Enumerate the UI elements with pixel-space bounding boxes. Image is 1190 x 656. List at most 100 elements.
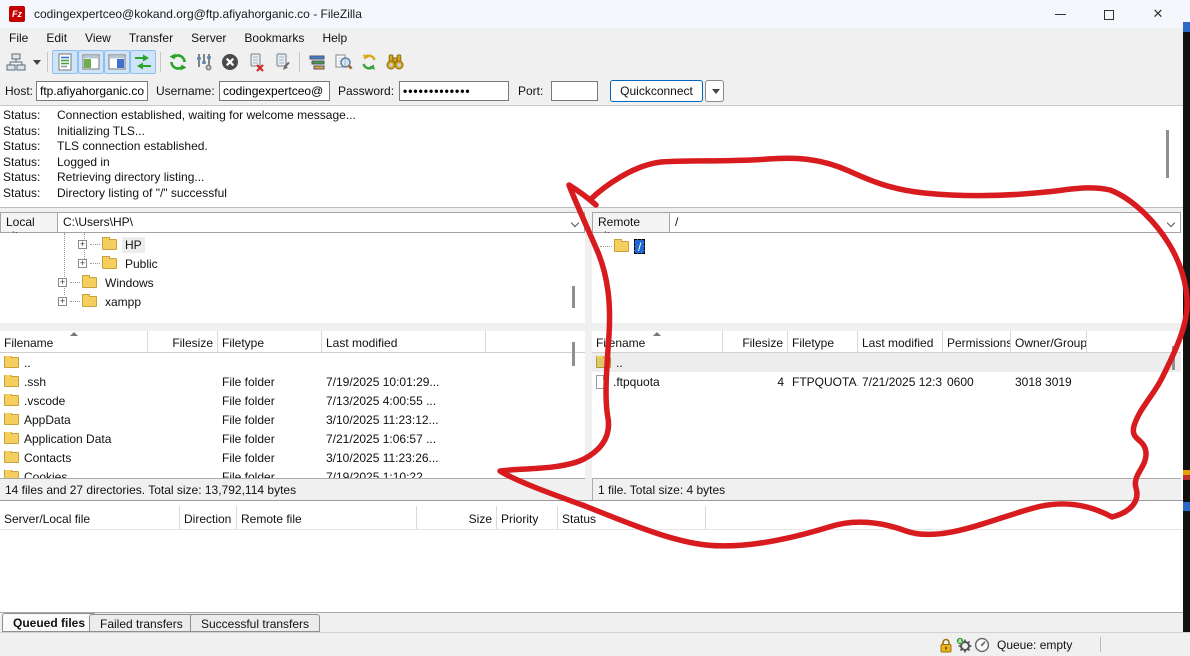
cancel-button[interactable] [217, 50, 243, 74]
filter-button[interactable] [304, 50, 330, 74]
synchronized-browsing-button[interactable] [356, 50, 382, 74]
horizontal-splitter[interactable] [0, 323, 1190, 331]
log-scrollbar[interactable] [1166, 130, 1169, 178]
folder-icon [4, 374, 19, 387]
tab-queued-files[interactable]: Queued files [2, 613, 97, 632]
remote-file-list: Filename Filesize Filetype Last modified… [592, 331, 1181, 478]
find-button[interactable] [382, 50, 408, 74]
chevron-down-icon [1166, 218, 1176, 228]
file-row[interactable]: .ssh File folder 7/19/2025 10:01:29... [0, 372, 585, 391]
menu-transfer[interactable]: Transfer [120, 28, 182, 48]
tree-item-windows[interactable]: + Windows [58, 274, 157, 291]
column-header-filetype[interactable]: Filetype [218, 331, 322, 352]
quickconnect-dropdown[interactable] [705, 80, 724, 102]
site-manager-dropdown[interactable] [29, 50, 43, 74]
toggle-queue-button[interactable] [130, 50, 156, 74]
close-button[interactable]: ✕ [1141, 0, 1175, 28]
toggle-local-tree-button[interactable] [78, 50, 104, 74]
file-row[interactable]: Application Data File folder 7/21/2025 1:… [0, 429, 585, 448]
queue-header-priority[interactable]: Priority [497, 506, 558, 529]
host-input[interactable] [36, 81, 148, 101]
window-title: codingexpertceo@kokand.org@ftp.afiyahorg… [34, 7, 362, 21]
file-icon [596, 374, 608, 389]
file-row[interactable]: .vscode File folder 7/13/2025 4:00:55 ... [0, 391, 585, 410]
toggle-remote-tree-button[interactable] [104, 50, 130, 74]
tree-item-label-selected[interactable]: / [634, 239, 646, 254]
minimize-button[interactable] [1043, 0, 1077, 28]
expand-icon[interactable]: + [78, 240, 87, 249]
column-header-filesize[interactable]: Filesize [723, 331, 788, 352]
queue-header-local-file[interactable]: Server/Local file [0, 506, 180, 529]
file-row[interactable]: AppData File folder 3/10/2025 11:23:12... [0, 410, 585, 429]
remote-path-combobox[interactable]: / [670, 212, 1181, 233]
file-row[interactable]: .. [592, 353, 1181, 372]
log-message: Connection established, waiting for welc… [57, 108, 356, 122]
file-row[interactable]: .. [0, 353, 585, 372]
site-manager-button[interactable] [3, 50, 29, 74]
queue-header-direction[interactable]: Direction [180, 506, 237, 529]
lock-icon[interactable] [938, 637, 954, 656]
process-queue-button[interactable] [191, 50, 217, 74]
tree-item-xampp[interactable]: + xampp [58, 293, 144, 310]
tab-failed-transfers[interactable]: Failed transfers [89, 614, 194, 632]
cancel-icon [220, 52, 240, 72]
list-scrollbar[interactable] [1172, 346, 1175, 370]
reconnect-button[interactable] [269, 50, 295, 74]
local-path-combobox[interactable]: C:\Users\HP\ [58, 212, 585, 233]
compare-button[interactable] [330, 50, 356, 74]
menu-bookmarks[interactable]: Bookmarks [235, 28, 313, 48]
password-input[interactable] [399, 81, 509, 101]
disconnect-button[interactable] [243, 50, 269, 74]
local-status-bar: 14 files and 27 directories. Total size:… [0, 478, 585, 500]
menu-help[interactable]: Help [313, 28, 356, 48]
log-message: TLS connection established. [57, 139, 208, 153]
column-header-filetype[interactable]: Filetype [788, 331, 858, 352]
column-header-owner[interactable]: Owner/Group [1011, 331, 1087, 352]
expand-icon[interactable]: + [58, 278, 67, 287]
list-scrollbar[interactable] [572, 342, 575, 366]
tree-item-label[interactable]: xampp [102, 294, 144, 310]
refresh-button[interactable] [165, 50, 191, 74]
expand-icon[interactable]: + [58, 297, 67, 306]
column-header-modified[interactable]: Last modified [322, 331, 486, 352]
tree-item-label[interactable]: Public [122, 256, 161, 272]
file-row[interactable]: .ftpquota 4FTPQUOTA...7/21/2025 12:3...0… [592, 372, 1181, 391]
menu-file[interactable]: File [0, 28, 37, 48]
vertical-splitter[interactable] [585, 212, 592, 500]
port-input[interactable] [551, 81, 598, 101]
queue-header-size[interactable]: Size [417, 506, 497, 529]
menu-server[interactable]: Server [182, 28, 235, 48]
toggle-log-button[interactable] [52, 50, 78, 74]
username-input[interactable] [219, 81, 330, 101]
folder-icon [4, 412, 19, 425]
svg-text:A: A [958, 639, 962, 645]
tree-item-label[interactable]: HP [122, 236, 145, 253]
tree-item-hp[interactable]: + HP [78, 236, 145, 253]
queue-header-status[interactable]: Status [558, 506, 706, 529]
queue-header-remote-file[interactable]: Remote file [237, 506, 417, 529]
expand-icon[interactable]: + [78, 259, 87, 268]
folder-icon [4, 469, 19, 478]
column-header-filesize[interactable]: Filesize [148, 331, 218, 352]
column-header-filename[interactable]: Filename [0, 331, 148, 352]
quickconnect-button[interactable]: Quickconnect [610, 80, 703, 102]
file-row[interactable]: Contacts File folder 3/10/2025 11:23:26..… [0, 448, 585, 467]
maximize-button[interactable] [1092, 0, 1126, 28]
settings-gear-icon[interactable]: A [956, 637, 972, 656]
tree-item-label[interactable]: Windows [102, 275, 157, 291]
local-path-value: C:\Users\HP\ [63, 215, 134, 229]
menu-view[interactable]: View [76, 28, 120, 48]
speed-limits-icon[interactable] [974, 637, 990, 656]
tab-successful-transfers[interactable]: Successful transfers [190, 614, 321, 632]
username-label: Username: [156, 84, 215, 98]
column-header-modified[interactable]: Last modified [858, 331, 943, 352]
tree-scrollbar[interactable] [572, 286, 575, 308]
menu-edit[interactable]: Edit [37, 28, 76, 48]
column-header-filename[interactable]: Filename [592, 331, 723, 352]
tree-item-root[interactable]: / [600, 238, 646, 255]
transfer-queue-icon [133, 52, 153, 72]
file-row-partial[interactable]: Cookies File folder 7/19/2025 1:10:22... [0, 467, 585, 478]
tree-item-public[interactable]: + Public [78, 255, 161, 272]
column-header-permissions[interactable]: Permissions [943, 331, 1011, 352]
log-message: Initializing TLS... [57, 123, 145, 138]
